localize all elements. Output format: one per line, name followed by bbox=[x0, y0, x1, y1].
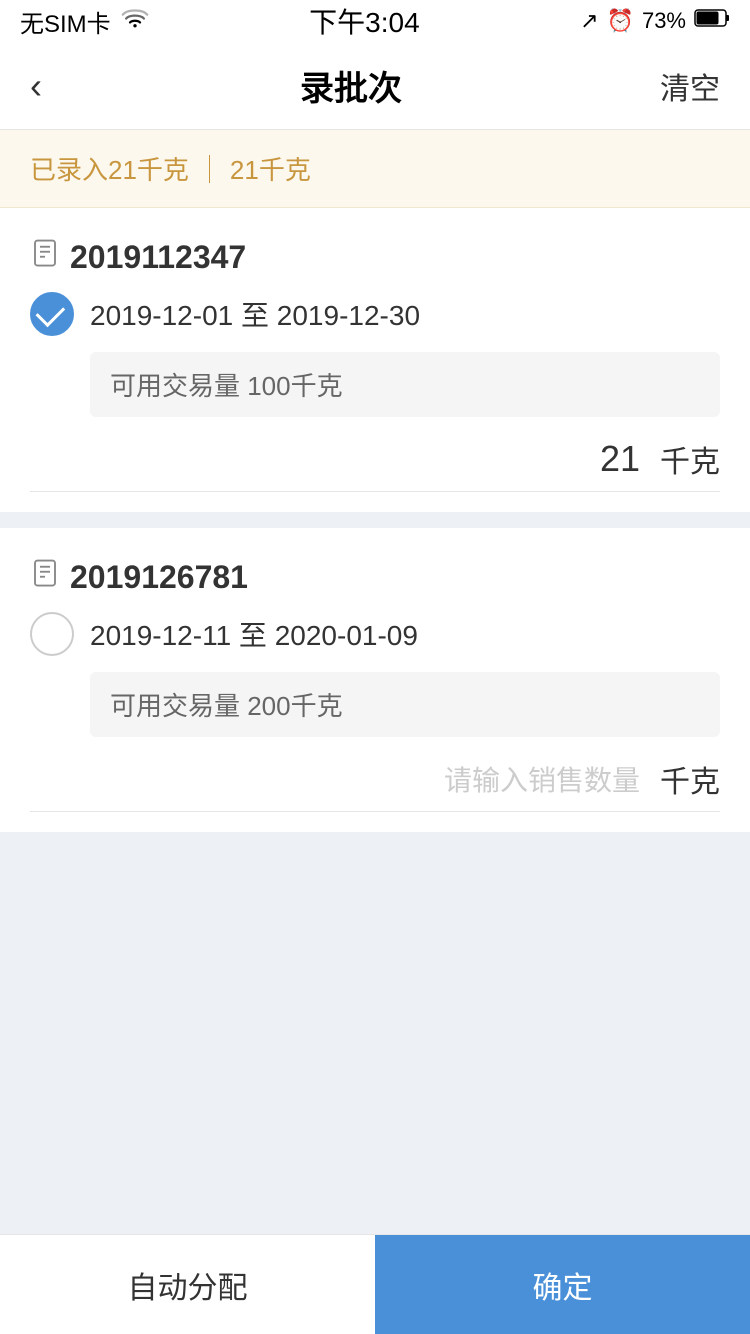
batch2-date: 2019-12-11 至 2020-01-09 bbox=[90, 614, 418, 654]
page-title: 录批次 bbox=[300, 61, 402, 110]
alarm-icon: ⏰ bbox=[607, 8, 634, 34]
batch2-date-row[interactable]: 2019-12-11 至 2020-01-09 bbox=[30, 612, 720, 656]
auto-distribute-button[interactable]: 自动分配 bbox=[0, 1235, 375, 1334]
batch2-header: 2019126781 bbox=[30, 558, 720, 596]
batch1-radio[interactable] bbox=[30, 292, 74, 336]
carrier-label: 无SIM卡 bbox=[20, 4, 111, 39]
batch1-date-row[interactable]: 2019-12-01 至 2019-12-30 bbox=[30, 292, 720, 336]
bottom-bar: 自动分配 确定 bbox=[0, 1234, 750, 1334]
battery-label: 73% bbox=[642, 8, 686, 34]
batch1-header: 2019112347 bbox=[30, 238, 720, 276]
info-banner: 已录入21千克 21千克 bbox=[0, 130, 750, 208]
batch1-unit: 千克 bbox=[660, 437, 720, 481]
wifi-icon bbox=[121, 7, 149, 35]
batch1-id: 2019112347 bbox=[70, 239, 246, 276]
batch2-avail: 可用交易量 200千克 bbox=[90, 672, 720, 737]
nav-bar: ‹ 录批次 清空 bbox=[0, 42, 750, 130]
batch1-quantity-input[interactable] bbox=[440, 438, 640, 480]
section-divider bbox=[0, 512, 750, 528]
batch1-avail: 可用交易量 100千克 bbox=[90, 352, 720, 417]
batch2-id: 2019126781 bbox=[70, 559, 248, 596]
batch-card-1: 2019112347 2019-12-01 至 2019-12-30 可用交易量… bbox=[0, 208, 750, 512]
batch-card-2: 2019126781 2019-12-11 至 2020-01-09 可用交易量… bbox=[0, 528, 750, 832]
status-left: 无SIM卡 bbox=[20, 4, 149, 39]
info-recorded-label: 已录入21千克 bbox=[30, 150, 189, 187]
batch2-quantity-row: 请输入销售数量 千克 bbox=[30, 757, 720, 812]
location-icon: ↗ bbox=[580, 8, 598, 34]
info-divider bbox=[209, 155, 210, 183]
batch1-date: 2019-12-01 至 2019-12-30 bbox=[90, 294, 420, 334]
status-bar: 无SIM卡 下午3:04 ↗ ⏰ 73% bbox=[0, 0, 750, 42]
status-right: ↗ ⏰ 73% bbox=[580, 8, 730, 34]
batch2-doc-icon bbox=[30, 558, 60, 596]
back-button[interactable]: ‹ bbox=[30, 65, 42, 107]
info-value: 21千克 bbox=[230, 150, 311, 187]
batch1-doc-icon bbox=[30, 238, 60, 276]
clear-button[interactable]: 清空 bbox=[660, 64, 720, 108]
batch2-radio[interactable] bbox=[30, 612, 74, 656]
confirm-button[interactable]: 确定 bbox=[375, 1235, 750, 1334]
batch1-quantity-row: 千克 bbox=[30, 437, 720, 492]
status-time: 下午3:04 bbox=[309, 1, 420, 41]
batch2-quantity-placeholder: 请输入销售数量 bbox=[30, 759, 640, 799]
battery-icon bbox=[694, 8, 730, 34]
batch2-unit: 千克 bbox=[660, 757, 720, 801]
